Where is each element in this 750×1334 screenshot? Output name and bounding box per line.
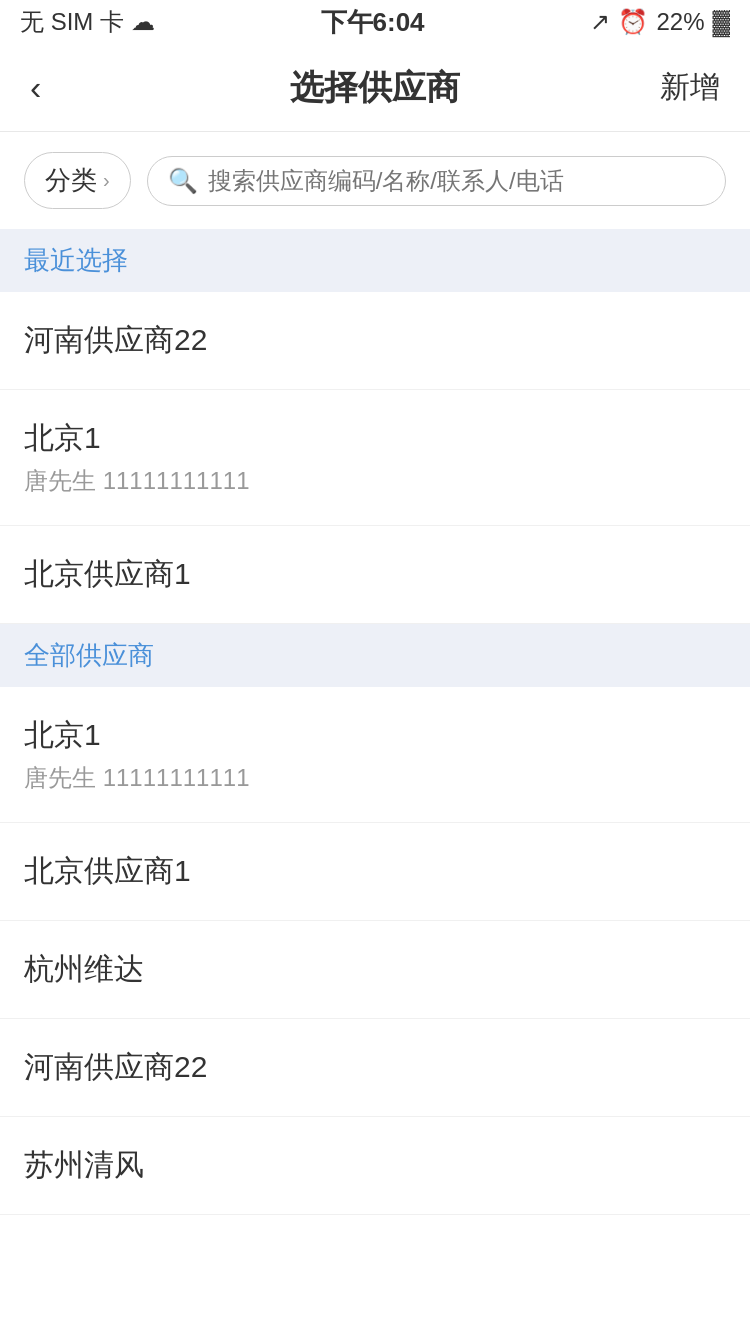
- item-sub: 唐先生 11111111111: [24, 762, 726, 794]
- status-bar: 无 SIM 卡 ☁ 下午6:04 ↗ ⏰ 22% ▓: [0, 0, 750, 44]
- recent-section-header: 最近选择: [0, 229, 750, 292]
- list-item[interactable]: 北京供应商1: [0, 823, 750, 921]
- add-button[interactable]: 新增: [660, 67, 720, 108]
- page-title: 选择供应商: [290, 65, 460, 111]
- list-item[interactable]: 北京1 唐先生 11111111111: [0, 687, 750, 823]
- all-items-list: 北京1 唐先生 11111111111 北京供应商1 杭州维达河南供应商22 苏州清风: [0, 687, 750, 1215]
- back-button[interactable]: ‹: [30, 68, 90, 107]
- list-item[interactable]: 杭州维达: [0, 921, 750, 1019]
- item-name: 苏州清风: [24, 1145, 726, 1186]
- location-icon: ↗: [590, 8, 610, 36]
- item-name: 北京1: [24, 418, 726, 459]
- chevron-right-icon: ›: [103, 169, 110, 192]
- alarm-icon: ⏰: [618, 8, 648, 36]
- list-item[interactable]: 河南供应商22: [0, 1019, 750, 1117]
- item-sub: 唐先生 11111111111: [24, 465, 726, 497]
- battery-icon: ▓: [712, 8, 730, 36]
- item-name: 河南供应商22: [24, 320, 726, 361]
- list-item[interactable]: 苏州清风: [0, 1117, 750, 1215]
- all-section-header: 全部供应商: [0, 624, 750, 687]
- sim-status: 无 SIM 卡 ☁: [20, 6, 155, 38]
- recent-items-list: 河南供应商22 北京1 唐先生 11111111111 北京供应商1: [0, 292, 750, 624]
- list-item[interactable]: 北京供应商1: [0, 526, 750, 624]
- item-name: 河南供应商22: [24, 1047, 726, 1088]
- item-name: 北京1: [24, 715, 726, 756]
- item-name: 北京供应商1: [24, 554, 726, 595]
- nav-bar: ‹ 选择供应商 新增: [0, 44, 750, 132]
- category-label: 分类: [45, 163, 97, 198]
- filter-bar: 分类 › 🔍: [0, 132, 750, 229]
- battery-status: 22%: [656, 8, 704, 36]
- item-name: 北京供应商1: [24, 851, 726, 892]
- category-filter[interactable]: 分类 ›: [24, 152, 131, 209]
- search-input[interactable]: [208, 167, 705, 195]
- list-item[interactable]: 北京1 唐先生 11111111111: [0, 390, 750, 526]
- search-box[interactable]: 🔍: [147, 156, 726, 206]
- item-name: 杭州维达: [24, 949, 726, 990]
- list-item[interactable]: 河南供应商22: [0, 292, 750, 390]
- search-icon: 🔍: [168, 167, 198, 195]
- status-left: 无 SIM 卡 ☁: [20, 6, 155, 38]
- status-right: ↗ ⏰ 22% ▓: [590, 8, 730, 36]
- status-time: 下午6:04: [321, 5, 425, 40]
